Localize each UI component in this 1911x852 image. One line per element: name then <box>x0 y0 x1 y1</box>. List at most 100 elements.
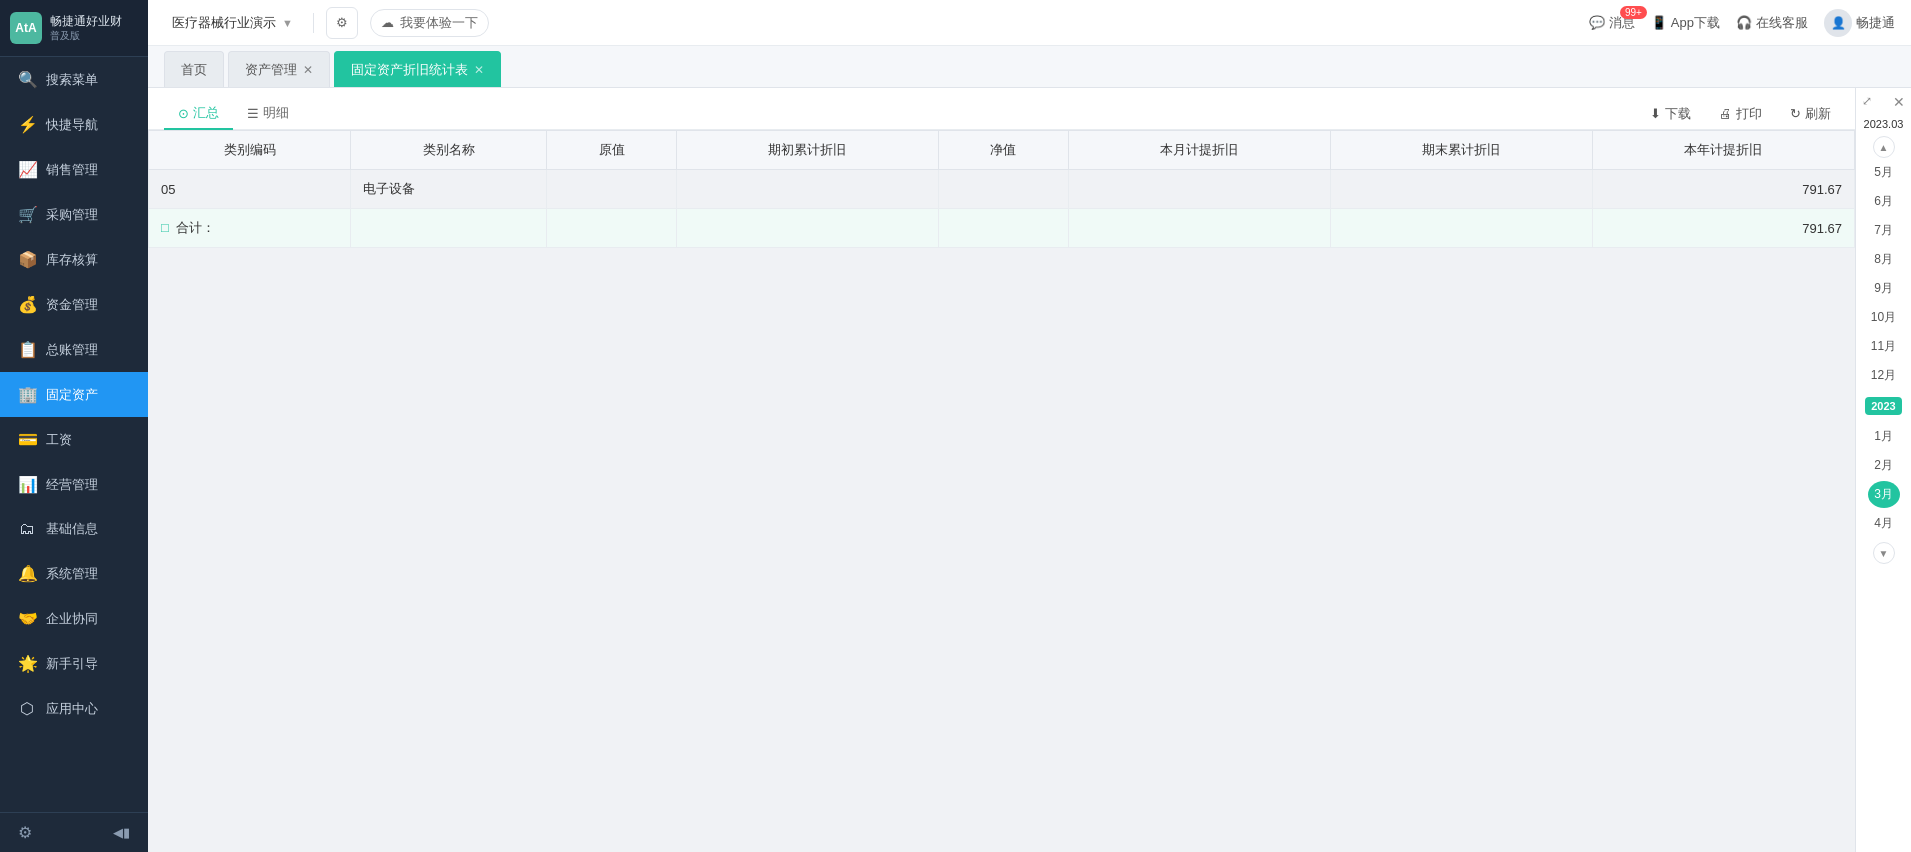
sidebar-item-inventory[interactable]: 📦 库存核算 <box>0 237 148 282</box>
message-icon: 💬 <box>1589 15 1605 30</box>
month-7[interactable]: 7月 <box>1862 217 1906 244</box>
sidebar-item-sales[interactable]: 📈 销售管理 <box>0 147 148 192</box>
month-6[interactable]: 6月 <box>1862 188 1906 215</box>
settings-icon[interactable]: ⚙ <box>18 823 32 842</box>
download-icon: 📱 <box>1651 15 1667 30</box>
sidebar-item-label-operations: 经营管理 <box>46 476 98 494</box>
user-item[interactable]: 👤 畅捷通 <box>1824 9 1895 37</box>
sidebar-item-purchase[interactable]: 🛒 采购管理 <box>0 192 148 237</box>
app-download-item[interactable]: 📱 App下载 <box>1651 14 1720 32</box>
cell-month-depr <box>1068 170 1330 209</box>
detail-icon: ☰ <box>247 106 259 121</box>
month-11[interactable]: 11月 <box>1862 333 1906 360</box>
company-selector[interactable]: 医疗器械行业演示 ▼ <box>164 10 301 36</box>
panel-close-icon[interactable]: ✕ <box>1893 94 1905 110</box>
online-service-item[interactable]: 🎧 在线客服 <box>1736 14 1808 32</box>
download-button[interactable]: ⬇ 下载 <box>1642 101 1699 127</box>
base-info-icon: 🗂 <box>18 520 36 538</box>
tab-depreciation-report-close[interactable]: ✕ <box>474 63 484 77</box>
experience-button[interactable]: ☁ 我要体验一下 <box>370 9 489 37</box>
sidebar-item-operations[interactable]: 📊 经营管理 <box>0 462 148 507</box>
subtotal-year-depr: 791.67 <box>1592 209 1854 248</box>
tab-depreciation-report-label: 固定资产折旧统计表 <box>351 61 468 79</box>
refresh-icon: ↻ <box>1790 106 1801 121</box>
sidebar-item-quick-nav[interactable]: ⚡ 快捷导航 <box>0 102 148 147</box>
sidebar-item-fixed-assets[interactable]: 🏢 固定资产 <box>0 372 148 417</box>
subtab-detail-label: 明细 <box>263 104 289 122</box>
tab-asset-management-close[interactable]: ✕ <box>303 63 313 77</box>
sidebar-item-label-quick-nav: 快捷导航 <box>46 116 98 134</box>
logo-icon: AtA <box>10 12 42 44</box>
collapse-icon[interactable]: ◀▮ <box>113 825 130 840</box>
subtab-detail[interactable]: ☰ 明细 <box>233 98 303 130</box>
date-panel: 2023.03 ✕ ⤢ ▲ 5月 6月 7月 8月 9月 10月 11月 12月… <box>1855 88 1911 852</box>
month-9[interactable]: 9月 <box>1862 275 1906 302</box>
col-header-code: 类别编码 <box>149 131 351 170</box>
sidebar-item-label-purchase: 采购管理 <box>46 206 98 224</box>
sidebar-item-search[interactable]: 🔍 搜索菜单 <box>0 57 148 102</box>
month-3-selected[interactable]: 3月 <box>1868 481 1900 508</box>
main-content: ⊙ 汇总 ☰ 明细 ⬇ 下载 🖨 打印 <box>148 88 1855 852</box>
subtotal-original <box>547 209 677 248</box>
settings-button[interactable]: ⚙ <box>326 7 358 39</box>
tab-asset-management[interactable]: 资产管理 ✕ <box>228 51 330 87</box>
col-header-name: 类别名称 <box>351 131 547 170</box>
sidebar-item-label-fixed-assets: 固定资产 <box>46 386 98 404</box>
sidebar-item-guide[interactable]: 🌟 新手引导 <box>0 641 148 686</box>
month-8[interactable]: 8月 <box>1862 246 1906 273</box>
month-2[interactable]: 2月 <box>1862 452 1906 479</box>
topbar-right: 💬 消息 99+ 📱 App下载 🎧 在线客服 👤 畅捷通 <box>1589 9 1895 37</box>
operations-icon: 📊 <box>18 475 36 494</box>
cloud-icon: ☁ <box>381 15 394 30</box>
sales-icon: 📈 <box>18 160 36 179</box>
cell-original <box>547 170 677 209</box>
print-button[interactable]: 🖨 打印 <box>1711 101 1770 127</box>
sidebar-item-system[interactable]: 🔔 系统管理 <box>0 551 148 596</box>
sidebar-item-collab[interactable]: 🤝 企业协同 <box>0 596 148 641</box>
subtotal-end-accum <box>1330 209 1592 248</box>
subtab-summary-label: 汇总 <box>193 104 219 122</box>
print-label: 打印 <box>1736 105 1762 123</box>
sidebar-bottom: ⚙ ◀▮ <box>0 812 148 852</box>
sidebar-item-app-center[interactable]: ⬡ 应用中心 <box>0 686 148 731</box>
logo-sub: 普及版 <box>50 29 122 43</box>
month-4[interactable]: 4月 <box>1862 510 1906 537</box>
tab-home[interactable]: 首页 <box>164 51 224 87</box>
tab-depreciation-report[interactable]: 固定资产折旧统计表 ✕ <box>334 51 501 87</box>
month-12[interactable]: 12月 <box>1862 362 1906 389</box>
scroll-up-button[interactable]: ▲ <box>1873 136 1895 158</box>
month-1[interactable]: 1月 <box>1862 423 1906 450</box>
refresh-button[interactable]: ↻ 刷新 <box>1782 101 1839 127</box>
subtotal-label-cell: □ 合计： <box>149 209 351 248</box>
topbar: 医疗器械行业演示 ▼ ⚙ ☁ 我要体验一下 💬 消息 99+ 📱 App下载 🎧… <box>148 0 1911 46</box>
guide-icon: 🌟 <box>18 654 36 673</box>
avatar: 👤 <box>1824 9 1852 37</box>
subtotal-row: □ 合计： 791.67 <box>149 209 1855 248</box>
service-icon: 🎧 <box>1736 15 1752 30</box>
cell-name: 电子设备 <box>351 170 547 209</box>
sidebar-item-ledger[interactable]: 📋 总账管理 <box>0 327 148 372</box>
app-download-label: App下载 <box>1671 14 1720 32</box>
cell-code: 05 <box>149 170 351 209</box>
quick-nav-icon: ⚡ <box>18 115 36 134</box>
sidebar-item-finance[interactable]: 💰 资金管理 <box>0 282 148 327</box>
sidebar-item-payroll[interactable]: 💳 工资 <box>0 417 148 462</box>
month-5[interactable]: 5月 <box>1862 159 1906 186</box>
month-10[interactable]: 10月 <box>1862 304 1906 331</box>
finance-icon: 💰 <box>18 295 36 314</box>
collab-icon: 🤝 <box>18 609 36 628</box>
purchase-icon: 🛒 <box>18 205 36 224</box>
sidebar-item-base-info[interactable]: 🗂 基础信息 <box>0 507 148 551</box>
depreciation-table: 类别编码 类别名称 原值 期初累计折旧 净值 本月计提折旧 期末累计折旧 本年计… <box>148 130 1855 248</box>
subtotal-icon: □ <box>161 220 169 235</box>
subtab-summary[interactable]: ⊙ 汇总 <box>164 98 233 130</box>
year-badge-2023[interactable]: 2023 <box>1865 397 1901 415</box>
panel-expand-icon[interactable]: ⤢ <box>1862 94 1887 108</box>
tab-asset-management-label: 资产管理 <box>245 61 297 79</box>
subtotal-net <box>938 209 1068 248</box>
sidebar-item-label-finance: 资金管理 <box>46 296 98 314</box>
message-item[interactable]: 💬 消息 99+ <box>1589 14 1635 32</box>
scroll-down-button[interactable]: ▼ <box>1873 542 1895 564</box>
subtotal-month-depr <box>1068 209 1330 248</box>
col-header-month-depr: 本月计提折旧 <box>1068 131 1330 170</box>
